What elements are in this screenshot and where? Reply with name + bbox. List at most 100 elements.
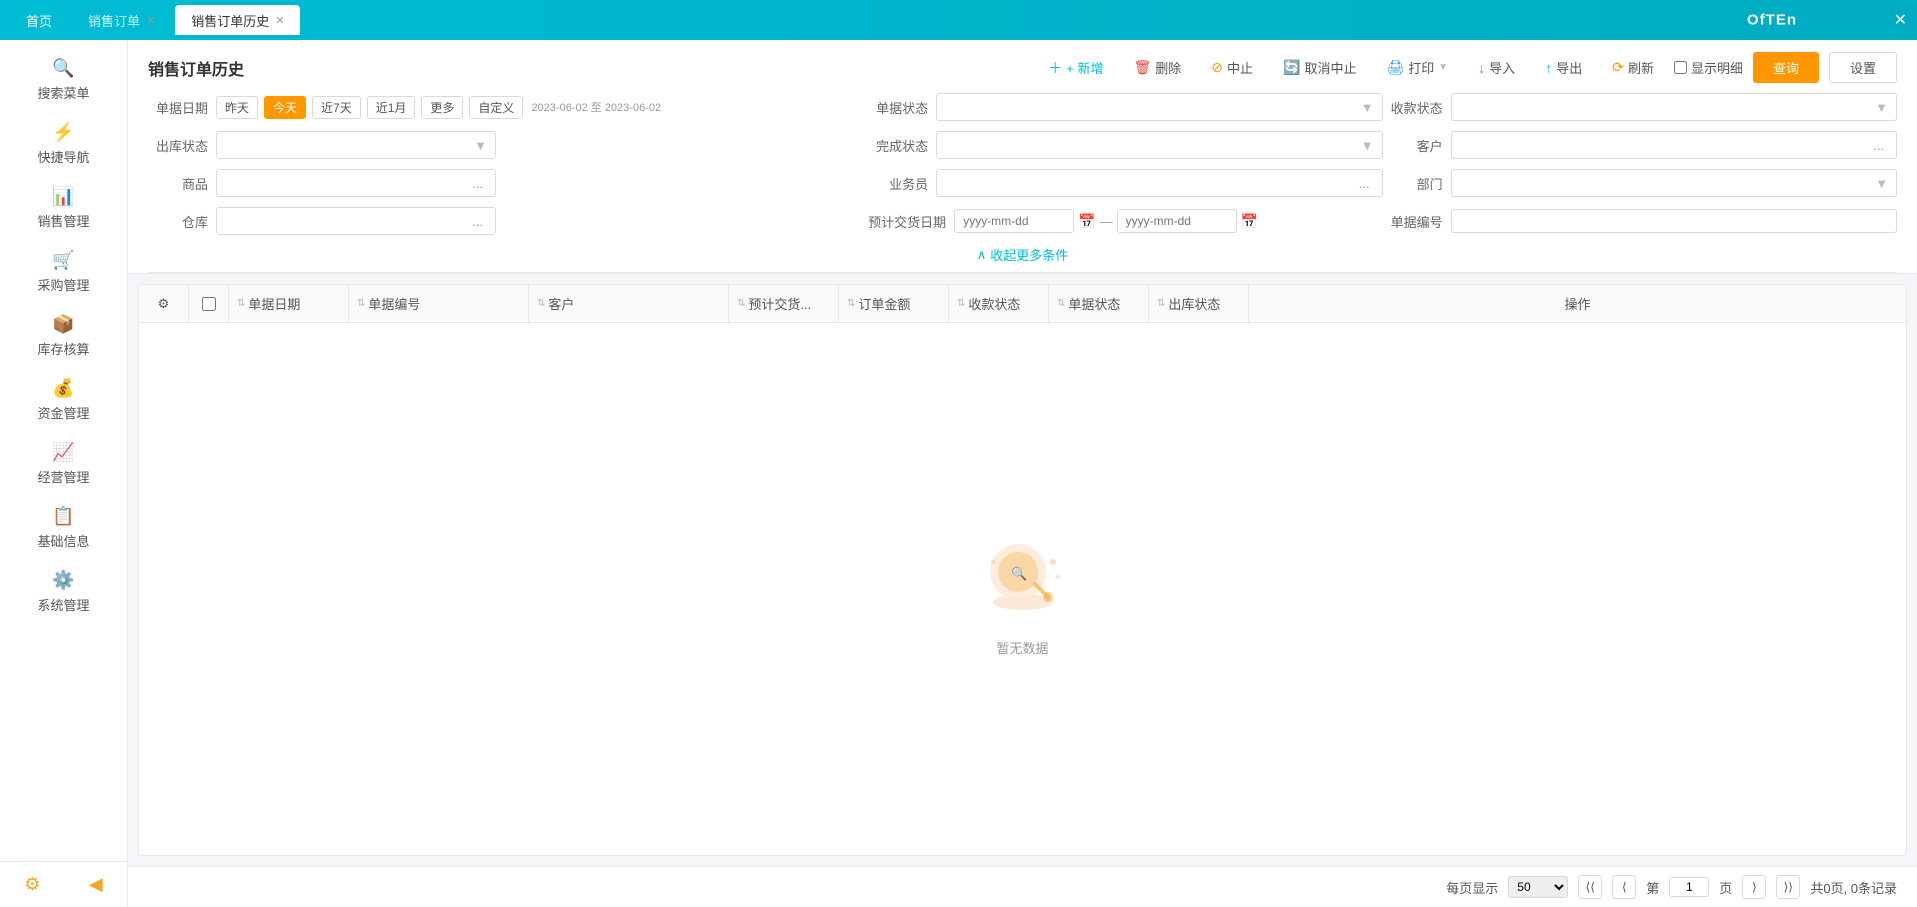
- date-range-text: 2023-06-02 至 2023-06-02: [531, 99, 661, 115]
- tab-sales-order-history-close[interactable]: ✕: [275, 14, 284, 27]
- order-status-group: 单据状态 ▼: [868, 93, 1382, 121]
- stop-button[interactable]: ⊘ 中止: [1201, 54, 1263, 81]
- order-status-arrow: ▼: [1361, 100, 1374, 115]
- department-arrow: ▼: [1875, 176, 1888, 191]
- department-select[interactable]: ▼: [1451, 169, 1897, 197]
- page-last-btn[interactable]: ⟩⟩: [1776, 875, 1800, 899]
- th-payment-label: 收款状态: [968, 294, 1020, 313]
- new-button[interactable]: ＋ + 新增: [1038, 54, 1113, 82]
- date-7days-btn[interactable]: 近7天: [312, 96, 361, 119]
- page-prev-btn[interactable]: ⟨: [1612, 875, 1636, 899]
- sort-icon-amount[interactable]: ⇅: [847, 298, 855, 309]
- sidebar-item-capital-mgmt-label: 资金管理: [37, 403, 89, 422]
- sidebar-settings-btn[interactable]: ⚙: [24, 874, 40, 895]
- product-group: 商品 ...: [148, 169, 868, 197]
- th-settings[interactable]: ⚙: [139, 285, 189, 322]
- select-all-checkbox[interactable]: [202, 297, 216, 311]
- tab-sales-order-close[interactable]: ✕: [146, 14, 155, 27]
- salesperson-ellipsis-btn[interactable]: ...: [1355, 176, 1374, 191]
- delete-button[interactable]: 🗑 删除: [1123, 54, 1191, 81]
- date-more-btn[interactable]: 更多: [421, 96, 463, 119]
- customer-input[interactable]: [1460, 138, 1870, 152]
- sidebar-item-purchase-mgmt-label: 采购管理: [37, 275, 89, 294]
- print-dropdown-icon[interactable]: ▼: [1438, 62, 1448, 73]
- query-button[interactable]: 查询: [1753, 52, 1819, 83]
- product-input[interactable]: [225, 176, 468, 190]
- th-amount-label: 订单金额: [858, 294, 910, 313]
- svg-text:🔍: 🔍: [1011, 565, 1027, 581]
- page-number-input[interactable]: [1669, 877, 1709, 897]
- sidebar-item-operation-mgmt[interactable]: 📈 经营管理: [0, 432, 127, 496]
- date-custom-btn[interactable]: 自定义: [469, 96, 523, 119]
- delivery-start-input[interactable]: [954, 209, 1074, 233]
- order-no-input[interactable]: [1451, 209, 1897, 233]
- setting-button[interactable]: 设置: [1829, 52, 1897, 83]
- sort-icon-delivery-status[interactable]: ⇅: [1157, 298, 1165, 309]
- import-button[interactable]: ↓ 导入: [1468, 54, 1525, 81]
- sort-icon-date[interactable]: ⇅: [237, 298, 245, 309]
- delivery-status-group: 出库状态 ▼: [148, 131, 868, 159]
- cancel-stop-button[interactable]: 🔄 取消中止: [1273, 54, 1366, 81]
- refresh-button[interactable]: ⟳ 刷新: [1602, 54, 1664, 81]
- order-status-select[interactable]: ▼: [936, 93, 1382, 121]
- th-delivery-label: 预计交货...: [748, 294, 811, 313]
- date-yesterday-btn[interactable]: 昨天: [216, 96, 258, 119]
- sort-icon-customer[interactable]: ⇅: [537, 298, 545, 309]
- page-first-btn[interactable]: ⟨⟨: [1578, 875, 1602, 899]
- department-group: 部门 ▼: [1383, 169, 1897, 197]
- complete-status-select[interactable]: ▼: [936, 131, 1382, 159]
- complete-status-arrow: ▼: [1361, 138, 1374, 153]
- tab-sales-order-history[interactable]: 销售订单历史 ✕: [175, 5, 300, 35]
- delivery-end-input[interactable]: [1117, 209, 1237, 233]
- sidebar-collapse-btn[interactable]: ◀: [89, 874, 103, 895]
- refresh-label: 刷新: [1628, 58, 1654, 77]
- window-close-btn[interactable]: ✕: [1894, 10, 1907, 30]
- show-detail-input[interactable]: [1674, 61, 1687, 74]
- purchase-mgmt-icon: 🛒: [52, 250, 74, 271]
- sidebar-item-operation-mgmt-label: 经营管理: [37, 467, 89, 486]
- print-button[interactable]: 🖨 打印 ▼: [1376, 54, 1458, 81]
- date-today-btn[interactable]: 今天: [264, 96, 306, 119]
- th-date-label: 单据日期: [248, 294, 300, 313]
- delivery-status-select[interactable]: ▼: [216, 131, 496, 159]
- export-button[interactable]: ↑ 导出: [1535, 54, 1592, 81]
- warehouse-group: 仓库 ...: [148, 207, 868, 235]
- sidebar-item-quick-nav[interactable]: ⚡ 快捷导航: [0, 112, 127, 176]
- warehouse-input[interactable]: [225, 214, 468, 228]
- inventory-check-icon: 📦: [52, 314, 74, 335]
- page-next-btn[interactable]: ⟩: [1742, 875, 1766, 899]
- tab-sales-order[interactable]: 销售订单 ✕: [72, 5, 171, 35]
- sidebar-item-sales-mgmt[interactable]: 📊 销售管理: [0, 176, 127, 240]
- sidebar-item-system-mgmt[interactable]: ⚙️ 系统管理: [0, 560, 127, 624]
- complete-status-group: 完成状态 ▼: [868, 131, 1382, 159]
- sidebar-item-quick-nav-label: 快捷导航: [37, 147, 89, 166]
- salesperson-input[interactable]: [945, 176, 1355, 190]
- sidebar-item-search-menu[interactable]: 🔍 搜索菜单: [0, 48, 127, 112]
- tab-sales-order-label: 销售订单: [88, 11, 140, 30]
- sort-icon-payment[interactable]: ⇅: [957, 298, 965, 309]
- warehouse-ellipsis-btn[interactable]: ...: [468, 214, 487, 229]
- product-ellipsis-btn[interactable]: ...: [468, 176, 487, 191]
- sort-icon-order-status[interactable]: ⇅: [1057, 298, 1065, 309]
- collapse-row[interactable]: ∧ 收起更多条件: [148, 245, 1897, 264]
- th-no: ⇅ 单据编号: [349, 285, 529, 322]
- date-1month-btn[interactable]: 近1月: [367, 96, 416, 119]
- sidebar-item-inventory-check[interactable]: 📦 库存核算: [0, 304, 127, 368]
- sidebar-item-basic-info[interactable]: 📋 基础信息: [0, 496, 127, 560]
- product-label: 商品: [148, 174, 208, 193]
- sidebar-item-search-menu-label: 搜索菜单: [37, 83, 89, 102]
- sort-icon-delivery[interactable]: ⇅: [737, 298, 745, 309]
- customer-ellipsis-btn[interactable]: ...: [1869, 138, 1888, 153]
- sidebar-item-purchase-mgmt[interactable]: 🛒 采购管理: [0, 240, 127, 304]
- tab-home[interactable]: 首页: [10, 5, 68, 35]
- tab-sales-order-history-label: 销售订单历史: [191, 11, 269, 30]
- page-size-select[interactable]: 50 10 20 100: [1508, 876, 1568, 898]
- sidebar-item-capital-mgmt[interactable]: 💰 资金管理: [0, 368, 127, 432]
- show-detail-checkbox[interactable]: 显示明细: [1674, 58, 1743, 77]
- delivery-start-cal-icon[interactable]: 📅: [1078, 213, 1095, 230]
- th-customer: ⇅ 客户: [529, 285, 729, 322]
- delivery-end-cal-icon[interactable]: 📅: [1241, 213, 1258, 230]
- payment-status-select[interactable]: ▼: [1451, 93, 1897, 121]
- sort-icon-no[interactable]: ⇅: [357, 298, 365, 309]
- empty-state: 🔍 暂无数据: [139, 323, 1906, 855]
